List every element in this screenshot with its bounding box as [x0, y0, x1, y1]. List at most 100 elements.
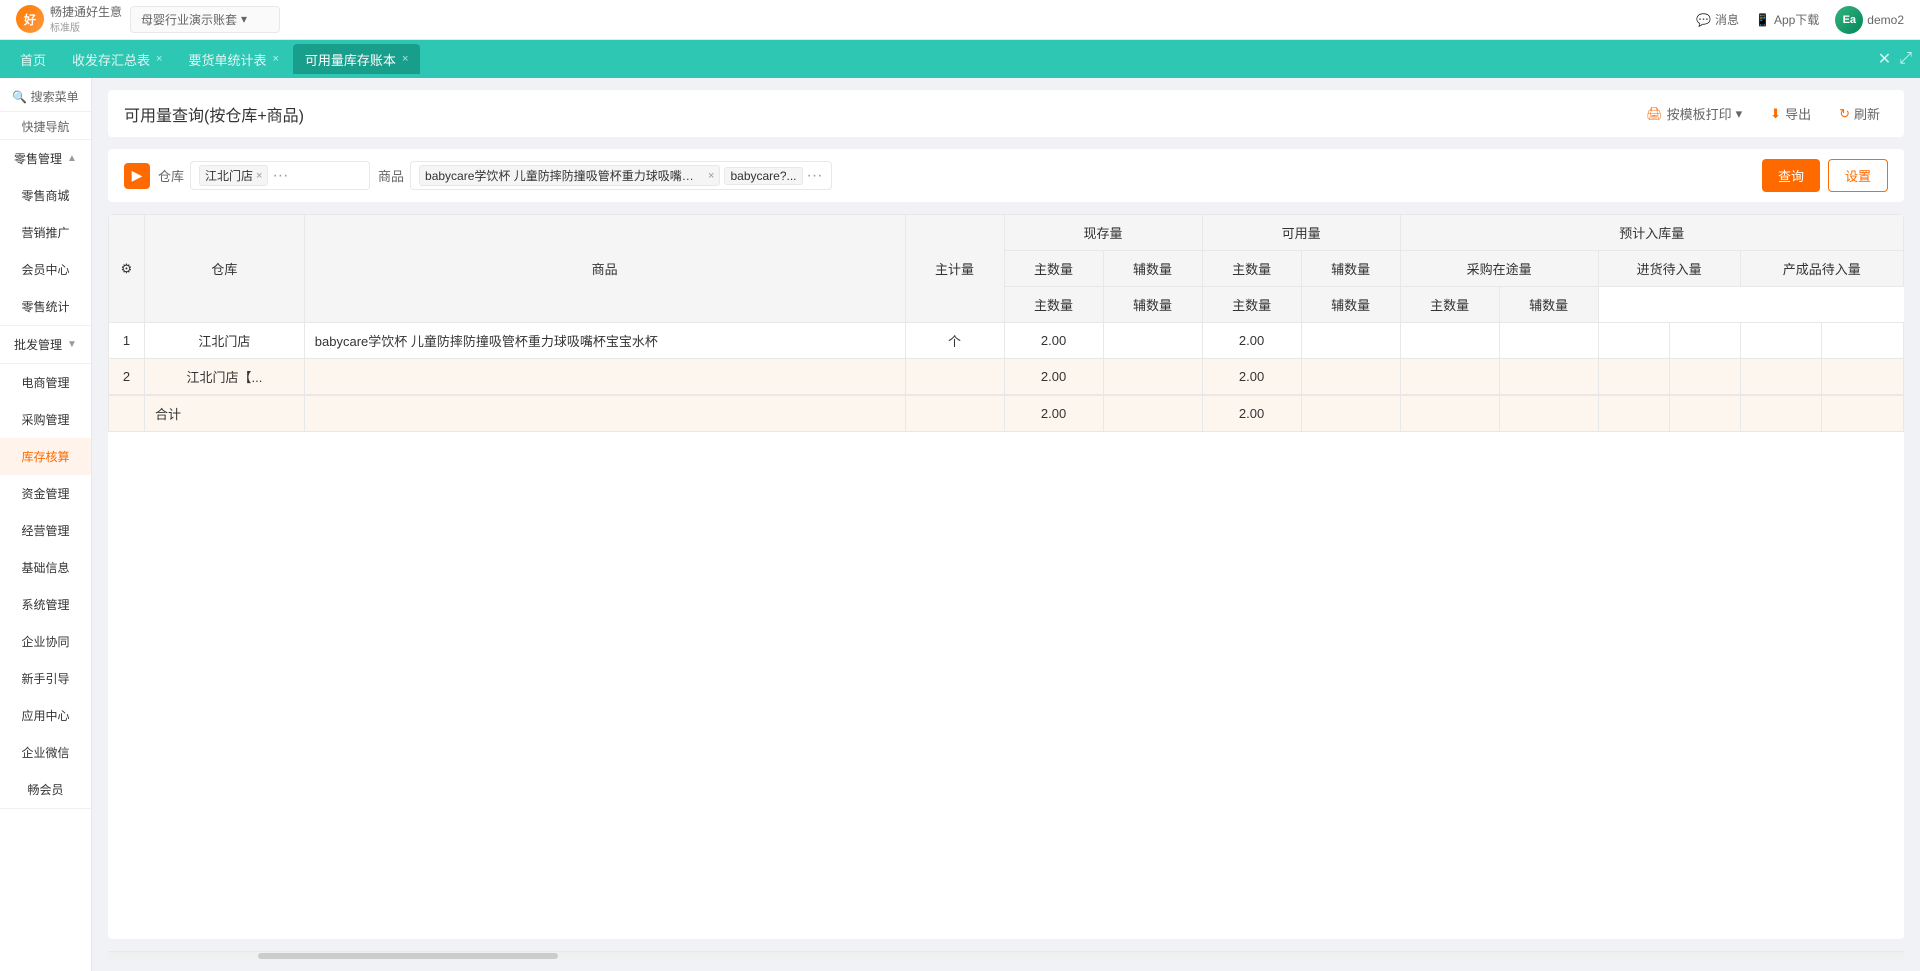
user-menu[interactable]: Ea demo2 [1835, 6, 1904, 34]
warehouse-tag-1-close[interactable]: × [256, 170, 262, 182]
sidebar-item-system[interactable]: 系统管理 [0, 586, 91, 623]
tab-fullscreen-icon[interactable]: ⤢ [1899, 50, 1912, 68]
export-icon: ⬇ [1770, 106, 1781, 122]
chevron-down-icon: ▾ [241, 12, 247, 26]
footer-fin-sub [1822, 395, 1904, 432]
data-table: ⚙ 仓库 商品 主计量 现存量 可用量 预计入库量 主数量 辅数量 主数量 [108, 214, 1904, 432]
sidebar-quick-nav[interactable]: 快捷导航 [0, 112, 91, 140]
sidebar-item-vip[interactable]: 畅会员 [0, 771, 91, 808]
tab-home[interactable]: 首页 [8, 44, 58, 74]
tab-available-inventory[interactable]: 可用量库存账本 × [293, 44, 420, 74]
sidebar-section-wholesale: 批发管理 ▼ [0, 326, 91, 364]
table-header-avail-sub: 辅数量 [1301, 251, 1400, 287]
setting-button[interactable]: 设置 [1828, 159, 1888, 192]
sidebar-section-retail: 零售管理 ▲ 零售商城 营销推广 会员中心 零售统计 [0, 140, 91, 326]
sidebar-item-ecommerce[interactable]: 电商管理 [0, 364, 91, 401]
app-download-button[interactable]: 📱 App下载 [1755, 11, 1819, 28]
sidebar-item-wholesale-mgmt[interactable]: 批发管理 ▼ [0, 326, 91, 363]
table-header-pt-sub: 辅数量 [1103, 287, 1202, 323]
tab-order-stats-close[interactable]: × [272, 54, 278, 65]
sidebar-item-member-label: 会员中心 [21, 261, 69, 278]
tab-close-all-icon[interactable]: ✕ [1878, 49, 1891, 69]
sidebar-section-ecommerce: 电商管理 采购管理 库存核算 资金管理 经营管理 基础信息 系统管理 企业协同 [0, 364, 91, 809]
tab-order-stats[interactable]: 要货单统计表 × [176, 44, 290, 74]
table-header-product: 商品 [304, 215, 905, 323]
row-2-fin-sub [1822, 359, 1904, 396]
tab-order-stats-label: 要货单统计表 [188, 50, 266, 69]
warehouse-filter-more[interactable]: ··· [272, 167, 288, 185]
sidebar-item-retail-mgmt[interactable]: 零售管理 ▲ [0, 140, 91, 177]
sidebar-item-marketing-label: 营销推广 [21, 224, 69, 241]
username: demo2 [1867, 13, 1904, 27]
message-label: 消息 [1715, 11, 1739, 28]
sidebar-item-enterprise[interactable]: 企业协同 [0, 623, 91, 660]
tab-income-expense-close[interactable]: × [156, 54, 162, 65]
sidebar-item-retail-mall[interactable]: 零售商城 [0, 177, 91, 214]
sidebar-quick-nav-label: 快捷导航 [21, 120, 69, 134]
footer-pt-sub [1499, 395, 1598, 432]
sidebar-item-retail-stats-label: 零售统计 [21, 298, 69, 315]
main-layout: 🔍 搜索菜单 快捷导航 零售管理 ▲ 零售商城 营销推广 会员中心 零售统计 [0, 78, 1920, 971]
warehouse-filter-tags[interactable]: 江北门店 × ··· [190, 161, 370, 190]
sidebar-item-retail-mgmt-label: 零售管理 [14, 150, 62, 167]
app-download-label: App下载 [1774, 11, 1819, 28]
product-tag-1-close[interactable]: × [708, 170, 714, 182]
horizontal-scrollbar[interactable] [108, 951, 1904, 959]
table-header-available: 可用量 [1202, 215, 1400, 251]
product-filter-more[interactable]: ··· [807, 167, 823, 185]
footer-empty-3 [905, 395, 1004, 432]
sidebar-item-marketing[interactable]: 营销推广 [0, 214, 91, 251]
sidebar-item-operations[interactable]: 经营管理 [0, 512, 91, 549]
industry-label: 母婴行业演示账套 [141, 11, 237, 28]
table-footer-row: 合计 2.00 2.00 [109, 395, 1904, 432]
footer-stock-main: 2.00 [1004, 395, 1103, 432]
sidebar-item-enterprise-wechat[interactable]: 企业微信 [0, 734, 91, 771]
refresh-button[interactable]: ↻ 刷新 [1831, 100, 1888, 127]
sidebar-item-basics[interactable]: 基础信息 [0, 549, 91, 586]
sidebar-item-purchase[interactable]: 采购管理 [0, 401, 91, 438]
sidebar-search[interactable]: 🔍 搜索菜单 [0, 78, 91, 112]
table-header-pt-main: 主数量 [1004, 287, 1103, 323]
sidebar-item-inventory-label: 库存核算 [21, 448, 69, 465]
sidebar-item-inventory[interactable]: 库存核算 [0, 438, 91, 475]
table-header-row-1: ⚙ 仓库 商品 主计量 现存量 可用量 预计入库量 [109, 215, 1904, 251]
warehouse-tag-1[interactable]: 江北门店 × [199, 165, 268, 186]
product-tag-2[interactable]: babycare?... [724, 167, 802, 185]
tab-bar-actions: ✕ ⤢ [1878, 49, 1912, 69]
app-icon: 📱 [1755, 13, 1770, 27]
query-button[interactable]: 查询 [1762, 159, 1820, 192]
product-filter-tags[interactable]: babycare学饮杯 儿童防摔防撞吸管杯重力球吸嘴杯宝宝水杯 × babyca… [410, 161, 831, 190]
table-header-fin-sub: 辅数量 [1499, 287, 1598, 323]
sidebar-item-app-center[interactable]: 应用中心 [0, 697, 91, 734]
filter-expand-button[interactable]: ▶ [124, 163, 150, 189]
export-label: 导出 [1785, 104, 1811, 123]
search-icon: 🔍 [12, 90, 27, 104]
refresh-icon: ↻ [1839, 106, 1850, 122]
sidebar-item-ecommerce-label: 电商管理 [21, 374, 69, 391]
table-row-subtotal: 2 江北门店【... 2.00 2.00 [109, 359, 1904, 396]
tab-income-expense-label: 收发存汇总表 [72, 50, 150, 69]
export-button[interactable]: ⬇ 导出 [1762, 100, 1819, 127]
row-1-stock-main: 2.00 [1004, 323, 1103, 359]
tab-income-expense[interactable]: 收发存汇总表 × [60, 44, 174, 74]
table-header-gear[interactable]: ⚙ [109, 215, 145, 323]
table-header-stock: 现存量 [1004, 215, 1202, 251]
sidebar-item-finance-label: 资金管理 [21, 485, 69, 502]
row-1-stock-sub [1103, 323, 1202, 359]
sidebar-item-finance[interactable]: 资金管理 [0, 475, 91, 512]
industry-selector[interactable]: 母婴行业演示账套 ▾ [130, 6, 280, 33]
row-2-unit [905, 359, 1004, 396]
scrollbar-thumb[interactable] [258, 953, 558, 959]
sidebar-item-member[interactable]: 会员中心 [0, 251, 91, 288]
footer-inc-main [1598, 395, 1669, 432]
logo-text-block: 畅捷通好生意 标准版 [50, 5, 122, 34]
tab-available-inventory-close[interactable]: × [402, 54, 408, 65]
print-template-button[interactable]: 🖨 按模板打印 ▾ [1638, 100, 1750, 127]
row-2-avail-main: 2.00 [1202, 359, 1301, 396]
sidebar-item-newbie[interactable]: 新手引导 [0, 660, 91, 697]
sidebar-item-retail-stats[interactable]: 零售统计 [0, 288, 91, 325]
product-tag-1[interactable]: babycare学饮杯 儿童防摔防撞吸管杯重力球吸嘴杯宝宝水杯 × [419, 165, 720, 186]
footer-avail-main: 2.00 [1202, 395, 1301, 432]
message-button[interactable]: 💬 消息 [1696, 11, 1739, 28]
print-template-label: 按模板打印 [1667, 104, 1732, 123]
